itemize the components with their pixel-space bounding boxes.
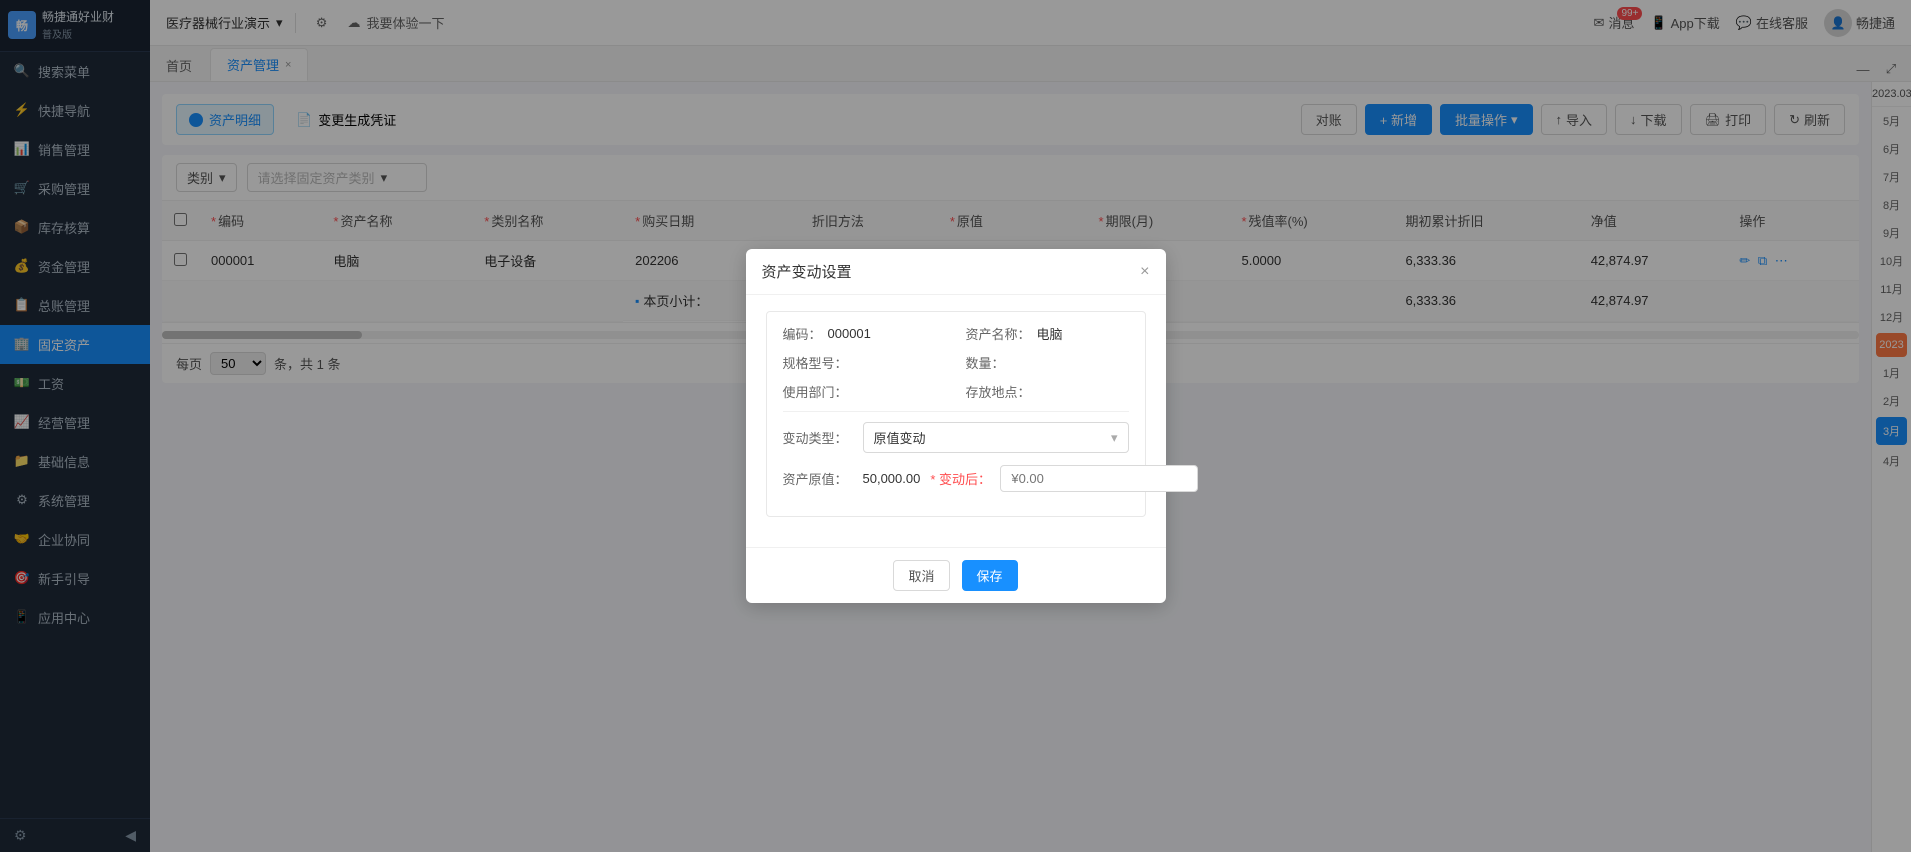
save-button[interactable]: 保存 (962, 560, 1018, 591)
quantity-label: 数量： (966, 353, 1005, 372)
modal-row-2: 规格型号： 数量： (783, 353, 1129, 372)
original-value-row: 资产原值： 50,000.00 * 变动后： (783, 465, 1129, 492)
code-label: 编码： (783, 324, 822, 343)
after-change-input[interactable] (1000, 465, 1198, 492)
modal-overlay: 资产变动设置 × 编码： 000001 资产名称： 电脑 规格型号： (0, 0, 1911, 852)
modal-title: 资产变动设置 (762, 261, 852, 282)
department-label: 使用部门： (783, 382, 848, 401)
change-type-label: 变动类型： (783, 428, 853, 447)
original-value-display: 50,000.00 (863, 471, 921, 486)
modal-row-1: 编码： 000001 资产名称： 电脑 (783, 324, 1129, 343)
modal-header: 资产变动设置 × (746, 249, 1166, 295)
asset-change-modal: 资产变动设置 × 编码： 000001 资产名称： 电脑 规格型号： (746, 249, 1166, 603)
field-code: 编码： 000001 (783, 324, 946, 343)
asset-name-value: 电脑 (1037, 324, 1063, 343)
after-change-label: * 变动后： (930, 469, 990, 488)
spec-label: 规格型号： (783, 353, 848, 372)
original-value-label: 资产原值： (783, 469, 853, 488)
modal-body: 编码： 000001 资产名称： 电脑 规格型号： 数量： (746, 295, 1166, 547)
field-location: 存放地点： (966, 382, 1129, 401)
field-quantity: 数量： (966, 353, 1129, 372)
change-type-row: 变动类型： 原值变动 ▾ (783, 422, 1129, 453)
field-asset-name: 资产名称： 电脑 (966, 324, 1129, 343)
field-spec: 规格型号： (783, 353, 946, 372)
change-type-value: 原值变动 (874, 428, 926, 447)
location-label: 存放地点： (966, 382, 1031, 401)
modal-info-section: 编码： 000001 资产名称： 电脑 规格型号： 数量： (766, 311, 1146, 517)
modal-footer: 取消 保存 (746, 547, 1166, 603)
modal-close-button[interactable]: × (1140, 263, 1149, 281)
change-type-dropdown-icon: ▾ (1111, 430, 1118, 446)
asset-name-label: 资产名称： (966, 324, 1031, 343)
change-type-select[interactable]: 原值变动 ▾ (863, 422, 1129, 453)
modal-row-3: 使用部门： 存放地点： (783, 382, 1129, 401)
field-department: 使用部门： (783, 382, 946, 401)
modal-divider (783, 411, 1129, 412)
cancel-button[interactable]: 取消 (893, 560, 949, 591)
code-value: 000001 (828, 326, 871, 341)
